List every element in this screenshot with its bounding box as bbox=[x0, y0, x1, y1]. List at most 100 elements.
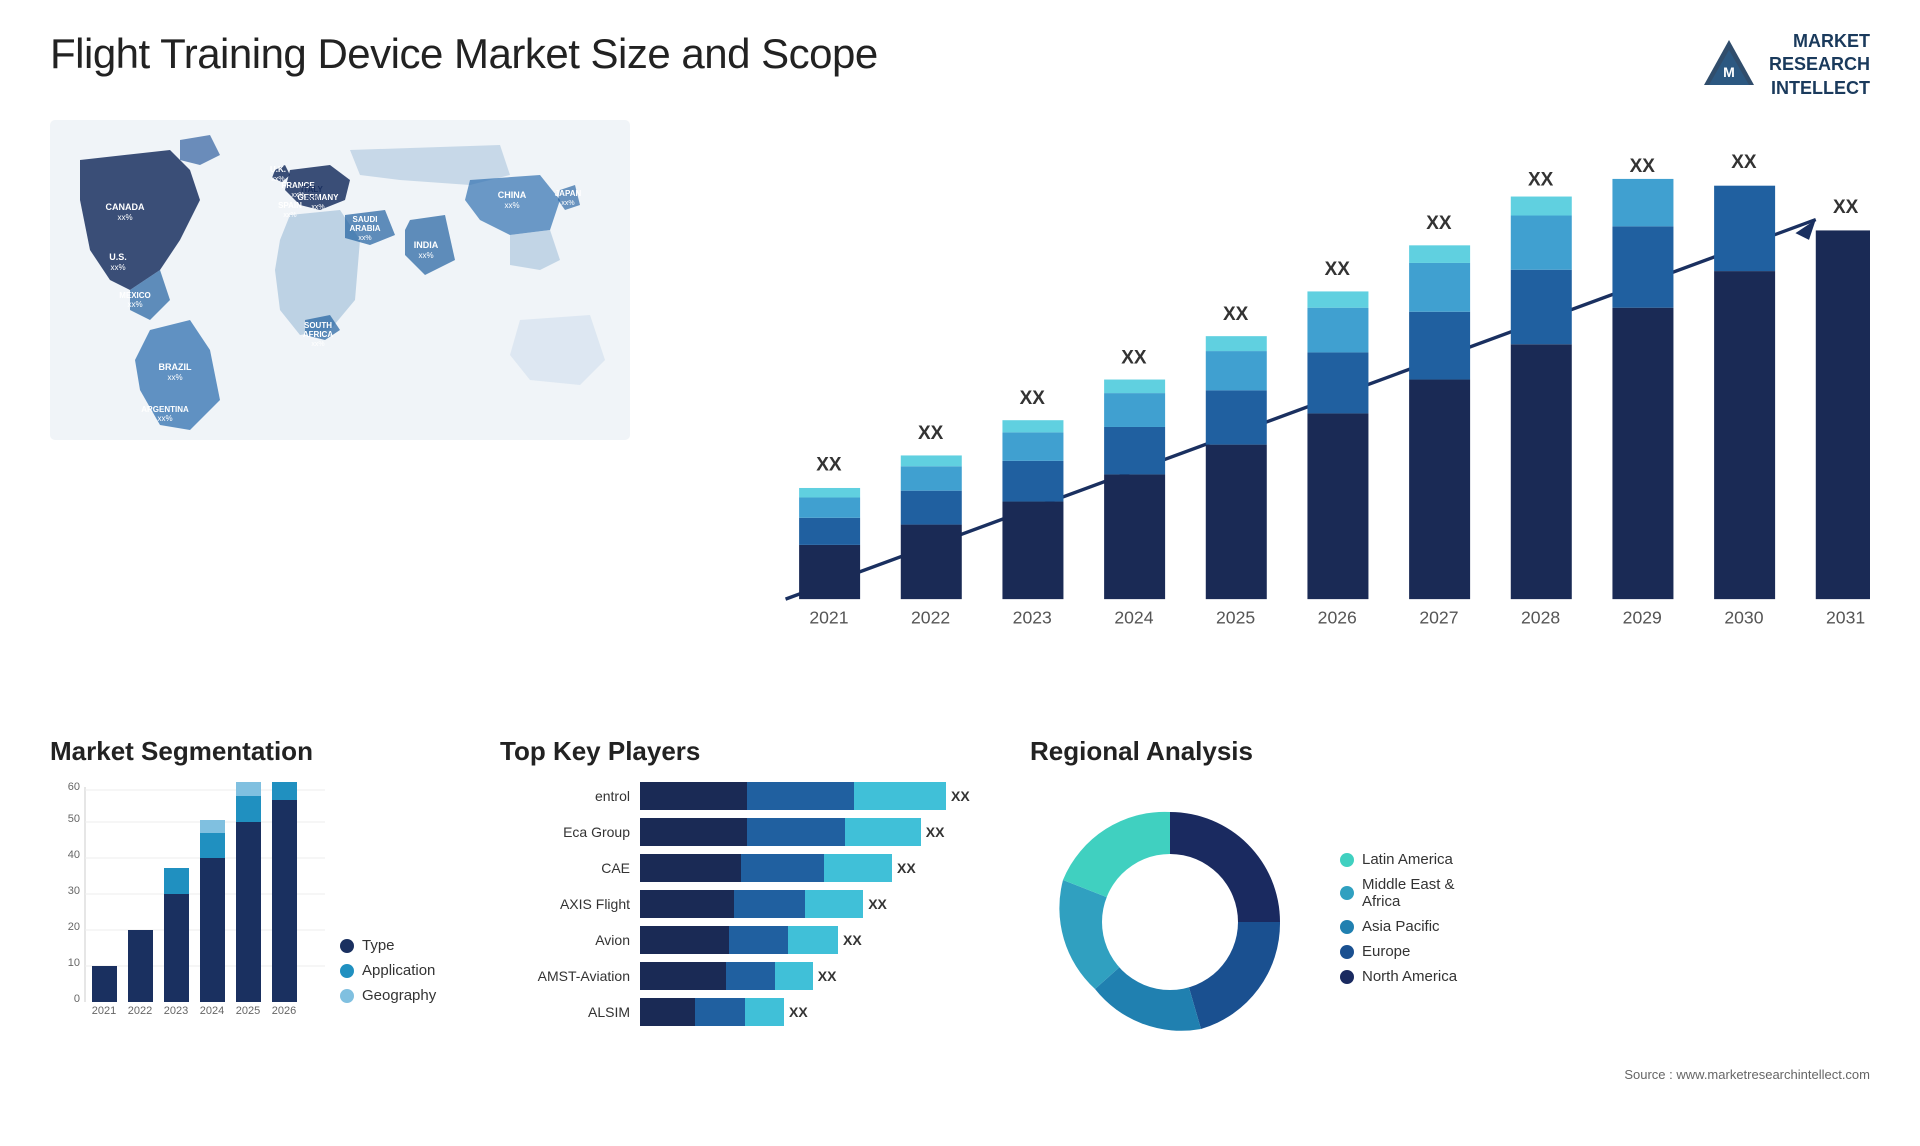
player-name: entrol bbox=[500, 788, 630, 804]
chart-section: XX XX XX XX bbox=[650, 120, 1870, 726]
svg-text:xx%: xx% bbox=[561, 200, 574, 207]
source-text: Source : www.marketresearchintellect.com bbox=[1030, 1067, 1870, 1082]
legend-latin-america: Latin America bbox=[1340, 851, 1457, 868]
svg-text:2023: 2023 bbox=[1013, 608, 1052, 628]
map-section: CANADA xx% U.S. xx% MEXICO xx% BRAZIL xx… bbox=[50, 120, 630, 726]
svg-text:2022: 2022 bbox=[911, 608, 950, 628]
legend-asia-pacific: Asia Pacific bbox=[1340, 918, 1457, 935]
player-bar bbox=[640, 782, 946, 810]
player-value: XX bbox=[951, 788, 970, 804]
svg-text:CHINA: CHINA bbox=[498, 190, 527, 200]
svg-text:2025: 2025 bbox=[236, 1005, 260, 1017]
svg-text:JAPAN: JAPAN bbox=[555, 189, 582, 198]
svg-text:xx%: xx% bbox=[283, 212, 296, 219]
player-bar-container: XX bbox=[640, 926, 1000, 954]
bottom-content: Market Segmentation 0 10 20 30 40 50 60 bbox=[50, 736, 1870, 1116]
svg-text:XX: XX bbox=[1121, 347, 1147, 368]
main-content: CANADA xx% U.S. xx% MEXICO xx% BRAZIL xx… bbox=[50, 120, 1870, 726]
player-value: XX bbox=[789, 1004, 808, 1020]
top-players-section: Top Key Players entrol XX Eca G bbox=[500, 736, 1000, 1116]
player-bar-container: XX bbox=[640, 818, 1000, 846]
player-name: AMST-Aviation bbox=[500, 968, 630, 984]
svg-text:xx%: xx% bbox=[418, 251, 433, 260]
svg-text:2024: 2024 bbox=[1114, 608, 1153, 628]
player-row: Eca Group XX bbox=[500, 818, 1000, 846]
top-players-title: Top Key Players bbox=[500, 736, 1000, 767]
player-value: XX bbox=[843, 932, 862, 948]
player-row: ALSIM XX bbox=[500, 998, 1000, 1026]
legend-geography: Geography bbox=[340, 987, 436, 1004]
svg-text:SOUTH: SOUTH bbox=[304, 321, 332, 330]
svg-text:SAUDI: SAUDI bbox=[353, 215, 378, 224]
svg-text:ARABIA: ARABIA bbox=[349, 224, 380, 233]
svg-text:10: 10 bbox=[68, 957, 80, 969]
player-row: AXIS Flight XX bbox=[500, 890, 1000, 918]
svg-text:U.S.: U.S. bbox=[109, 252, 127, 262]
svg-text:xx%: xx% bbox=[311, 341, 324, 348]
logo: M MARKET RESEARCH INTELLECT bbox=[1699, 30, 1870, 100]
svg-text:2029: 2029 bbox=[1623, 608, 1662, 628]
svg-text:50: 50 bbox=[68, 813, 80, 825]
svg-text:xx%: xx% bbox=[167, 373, 182, 382]
svg-text:2031: 2031 bbox=[1826, 608, 1865, 628]
legend-europe: Europe bbox=[1340, 943, 1457, 960]
svg-text:60: 60 bbox=[68, 782, 80, 793]
donut-chart bbox=[1030, 782, 1310, 1062]
svg-text:BRAZIL: BRAZIL bbox=[159, 362, 192, 372]
regional-title: Regional Analysis bbox=[1030, 736, 1870, 767]
player-bar-container: XX bbox=[640, 854, 1000, 882]
svg-text:XX: XX bbox=[1020, 388, 1046, 409]
svg-text:xx%: xx% bbox=[127, 300, 142, 309]
player-value: XX bbox=[818, 968, 837, 984]
svg-text:2021: 2021 bbox=[809, 608, 848, 628]
world-map-svg: CANADA xx% U.S. xx% MEXICO xx% BRAZIL xx… bbox=[50, 120, 630, 440]
svg-text:2022: 2022 bbox=[128, 1005, 152, 1017]
svg-text:XX: XX bbox=[1223, 304, 1249, 325]
svg-text:U.K.: U.K. bbox=[270, 165, 286, 174]
header: Flight Training Device Market Size and S… bbox=[50, 30, 1870, 100]
player-bar bbox=[640, 854, 892, 882]
svg-text:XX: XX bbox=[816, 455, 842, 476]
player-bar-container: XX bbox=[640, 782, 1000, 810]
player-bar bbox=[640, 890, 863, 918]
svg-text:xx%: xx% bbox=[311, 204, 324, 211]
bar-chart-svg: XX XX XX XX bbox=[650, 120, 1870, 726]
player-value: XX bbox=[897, 860, 916, 876]
segmentation-section: Market Segmentation 0 10 20 30 40 50 60 bbox=[50, 736, 470, 1116]
page-title: Flight Training Device Market Size and S… bbox=[50, 30, 878, 78]
svg-text:CANADA: CANADA bbox=[106, 202, 145, 212]
svg-text:MEXICO: MEXICO bbox=[119, 291, 151, 300]
player-row: AMST-Aviation XX bbox=[500, 962, 1000, 990]
svg-text:2024: 2024 bbox=[200, 1005, 224, 1017]
svg-text:2021: 2021 bbox=[92, 1005, 116, 1017]
player-value: XX bbox=[868, 896, 887, 912]
player-bar bbox=[640, 962, 813, 990]
svg-text:M: M bbox=[1723, 64, 1735, 80]
player-bar-container: XX bbox=[640, 962, 1000, 990]
player-row: entrol XX bbox=[500, 782, 1000, 810]
svg-text:SPAIN: SPAIN bbox=[278, 201, 302, 210]
svg-text:XX: XX bbox=[1528, 170, 1554, 191]
segmentation-title: Market Segmentation bbox=[50, 736, 470, 767]
svg-text:xx%: xx% bbox=[358, 235, 371, 242]
players-list: entrol XX Eca Group bbox=[500, 782, 1000, 1026]
svg-text:40: 40 bbox=[68, 849, 80, 861]
legend-middle-east-africa: Middle East &Africa bbox=[1340, 876, 1457, 910]
latin-america-label: Latin America bbox=[1362, 851, 1453, 868]
svg-text:XX: XX bbox=[1325, 259, 1351, 280]
player-name: AXIS Flight bbox=[500, 896, 630, 912]
svg-text:xx%: xx% bbox=[157, 414, 172, 423]
svg-text:2028: 2028 bbox=[1521, 608, 1560, 628]
regional-section: Regional Analysis bbox=[1030, 736, 1870, 1116]
north-america-label: North America bbox=[1362, 968, 1457, 985]
asia-pacific-label: Asia Pacific bbox=[1362, 918, 1440, 935]
svg-text:INDIA: INDIA bbox=[414, 240, 439, 250]
player-name: CAE bbox=[500, 860, 630, 876]
svg-text:XX: XX bbox=[918, 423, 944, 444]
svg-text:xx%: xx% bbox=[110, 263, 125, 272]
svg-text:xx%: xx% bbox=[117, 213, 132, 222]
svg-text:XX: XX bbox=[1833, 197, 1859, 218]
svg-text:xx%: xx% bbox=[305, 195, 318, 202]
regional-legend: Latin America Middle East &Africa Asia P… bbox=[1340, 851, 1457, 993]
svg-text:XX: XX bbox=[1426, 213, 1452, 234]
